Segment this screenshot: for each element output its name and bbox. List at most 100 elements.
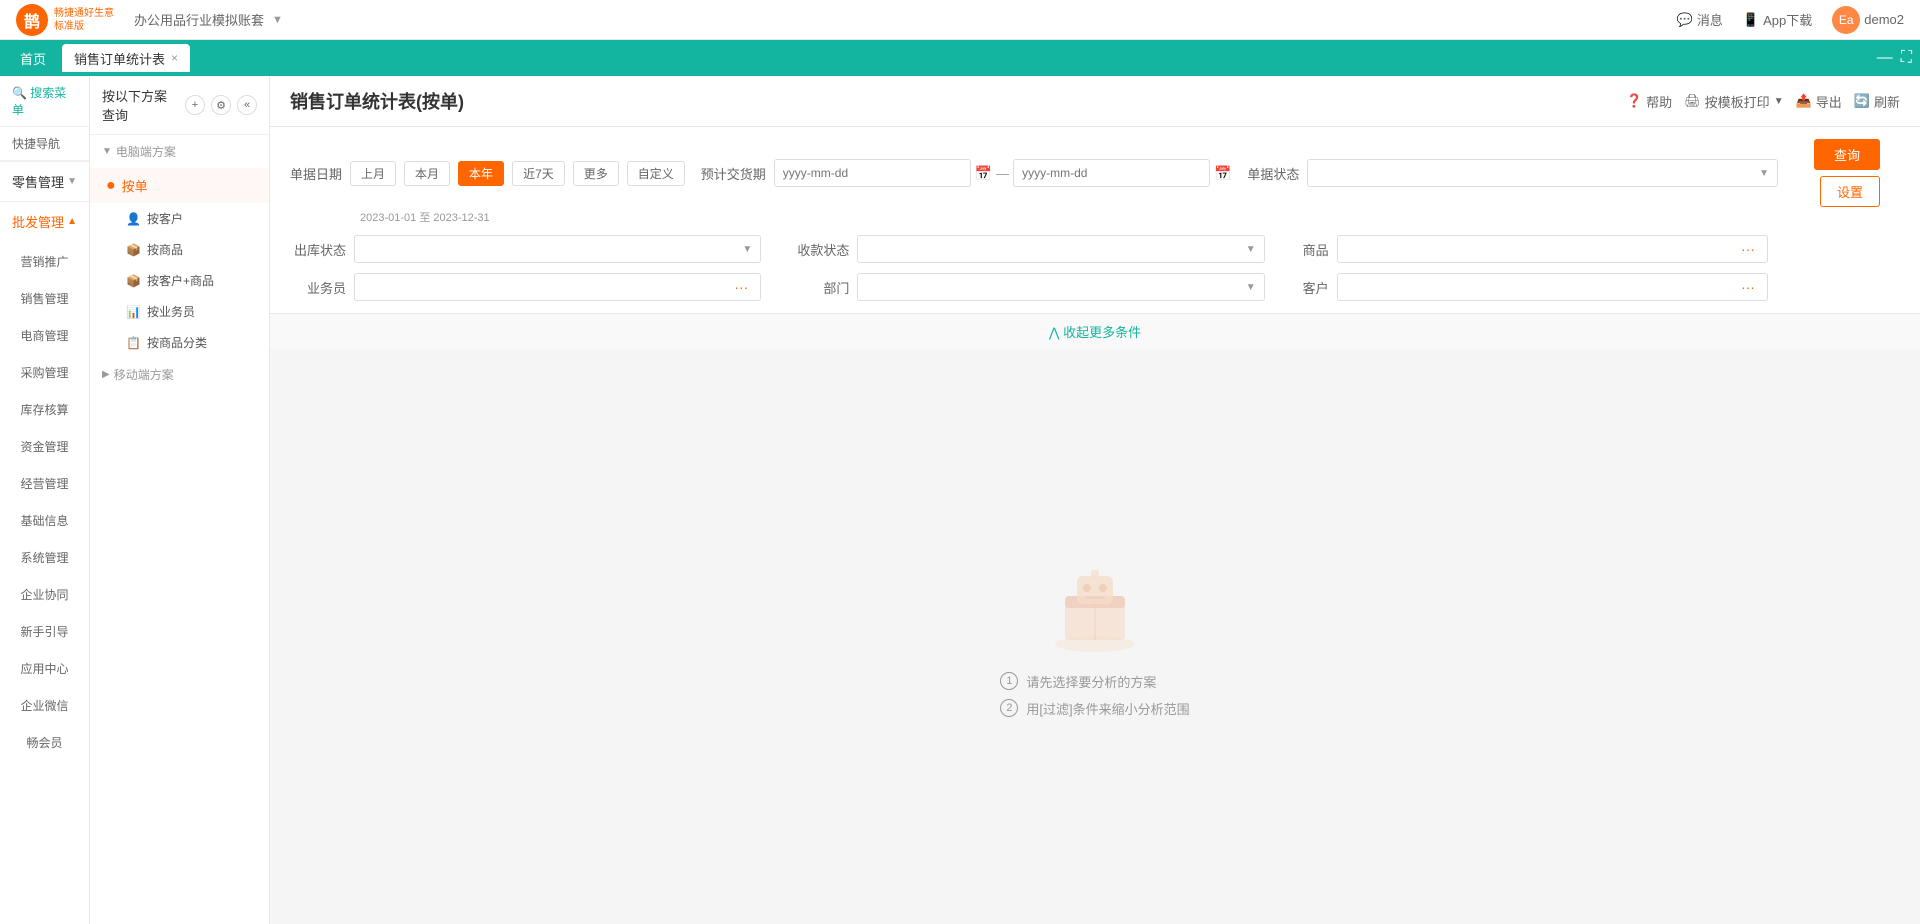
salesman-ellipsis[interactable]: ··· [730, 279, 752, 295]
sidebar-item-newbie[interactable]: 新手引导 [0, 611, 89, 648]
tab-maximize-btn[interactable]: ⛶ [1901, 49, 1912, 67]
page-header-actions: ❓ 帮助 🖨 按模板打印 ▼ 📤 导出 🔄 刷新 [1626, 92, 1900, 123]
settings-scheme-btn[interactable]: ⚙ [211, 95, 231, 115]
sidebar-item-basic[interactable]: 基础信息 [0, 500, 89, 537]
salesman-label: 业务员 [290, 278, 346, 297]
receive-status-select[interactable]: ▼ [857, 235, 1264, 263]
ship-status-select[interactable]: ▼ [354, 235, 761, 263]
sidebar-item-enterprise[interactable]: 企业协同 [0, 574, 89, 611]
tree-item-customer-icon: 👤 [126, 212, 141, 226]
sidebar-shortcut[interactable]: 快捷导航 [0, 127, 89, 161]
sidebar-item-wholesale-label: 批发管理 [12, 212, 64, 231]
tree-item-by-salesman[interactable]: 📊 按业务员 [106, 296, 269, 327]
tab-home-label: 首页 [20, 49, 46, 68]
message-btn[interactable]: 💬 消息 [1677, 10, 1723, 29]
tab-close-icon[interactable]: × [171, 51, 178, 65]
tree-sub-pc: 👤 按客户 📦 按商品 📦 按客户+商品 📊 按业务员 📋 按商品分类 [90, 203, 269, 358]
tree-item-customer-goods-label: 按客户+商品 [147, 272, 214, 289]
dept-select[interactable]: ▼ [857, 273, 1264, 301]
salesman-input[interactable]: ··· [354, 273, 761, 301]
tree-group-pc-label: 电脑端方案 [116, 143, 176, 160]
add-scheme-btn[interactable]: + [185, 95, 205, 115]
tab-active[interactable]: 销售订单统计表 × [62, 44, 190, 72]
customer-input[interactable]: ··· [1337, 273, 1768, 301]
goods-ellipsis[interactable]: ··· [1737, 241, 1759, 257]
tree-group-mobile[interactable]: ▶ 移动端方案 [90, 358, 269, 391]
help-btn[interactable]: ❓ 帮助 [1626, 92, 1672, 111]
sidebar-item-wechat[interactable]: 企业微信 [0, 685, 89, 722]
sidebar-item-marketing[interactable]: 营销推广 [0, 241, 89, 278]
sidebar-item-sales[interactable]: 销售管理 [0, 278, 89, 315]
sidebar-shortcut-label: 快捷导航 [12, 137, 60, 151]
sidebar-item-purchase[interactable]: 采购管理 [0, 352, 89, 389]
tree-group-arrow: ▼ [102, 146, 112, 157]
sidebar-item-finance-label: 资金管理 [20, 440, 68, 454]
left-panel-title: 按以下方案查询 [102, 86, 179, 124]
tree-item-customer-label: 按客户 [147, 210, 183, 227]
tree-item-goods-cat-label: 按商品分类 [147, 334, 207, 351]
tree-item-by-goods[interactable]: 📦 按商品 [106, 234, 269, 265]
date-label: 单据日期 [290, 164, 342, 183]
print-label: 按模板打印 [1705, 92, 1770, 111]
delivery-date-to-input[interactable] [1013, 159, 1210, 187]
empty-svg [1035, 556, 1155, 656]
sidebar-item-inventory[interactable]: 库存核算 [0, 389, 89, 426]
sidebar-item-retail[interactable]: 零售管理 ▼ [0, 161, 89, 201]
collapse-label: 收起更多条件 [1063, 325, 1141, 340]
tree-item-by-customer-goods[interactable]: 📦 按客户+商品 [106, 265, 269, 296]
collapse-panel-btn[interactable]: « [237, 95, 257, 115]
tree-item-by-order[interactable]: ● 按单 [90, 168, 269, 203]
tree-item-by-customer[interactable]: 👤 按客户 [106, 203, 269, 234]
query-btn[interactable]: 查询 [1814, 139, 1880, 170]
receive-status-arrow: ▼ [1246, 244, 1256, 255]
date-btn-this-year[interactable]: 本年 [458, 161, 504, 186]
help-icon: ❓ [1626, 93, 1642, 109]
print-arrow-icon: ▼ [1774, 96, 1784, 107]
status-select[interactable]: ▼ [1307, 159, 1778, 187]
search-icon: 🔍 [12, 86, 27, 100]
date-btn-7days[interactable]: 近7天 [512, 161, 565, 186]
setting-btn[interactable]: 设置 [1820, 176, 1880, 207]
sidebar-item-system[interactable]: 系统管理 [0, 537, 89, 574]
tab-home[interactable]: 首页 [8, 44, 58, 72]
dept-arrow: ▼ [1246, 282, 1256, 293]
export-btn[interactable]: 📤 导出 [1796, 92, 1842, 111]
delivery-date-from-input[interactable] [774, 159, 971, 187]
sidebar-item-ecommerce-label: 电商管理 [20, 329, 68, 343]
refresh-icon: 🔄 [1854, 93, 1870, 109]
sidebar: 🔍 搜索菜单 快捷导航 零售管理 ▼ 批发管理 ▲ 营销推广 销售管理 电商管理… [0, 76, 90, 924]
date-range-display: 2023-01-01 至 2023-12-31 [360, 212, 490, 224]
delivery-date-from-icon: 📅 [975, 165, 992, 182]
sidebar-item-basic-label: 基础信息 [20, 514, 68, 528]
date-btn-more[interactable]: 更多 [573, 161, 619, 186]
date-btn-custom[interactable]: 自定义 [627, 161, 685, 186]
sidebar-item-operation[interactable]: 经营管理 [0, 463, 89, 500]
app-download-btn[interactable]: 📱 App下载 [1743, 10, 1812, 29]
sidebar-item-wholesale[interactable]: 批发管理 ▲ [0, 201, 89, 241]
app-download-label: App下载 [1763, 10, 1812, 29]
print-btn[interactable]: 🖨 按模板打印 ▼ [1684, 92, 1783, 111]
tree-item-salesman-label: 按业务员 [147, 303, 195, 320]
collapse-btn[interactable]: ⋀ 收起更多条件 [270, 313, 1920, 349]
tree-item-by-goods-cat[interactable]: 📋 按商品分类 [106, 327, 269, 358]
sidebar-item-member[interactable]: 畅会员 [0, 722, 89, 759]
delivery-date-to-icon: 📅 [1214, 165, 1231, 182]
top-bar: 鹊 畅捷通好生意 标准版 办公用品行业模拟账套 ▼ 💬 消息 📱 App下载 E… [0, 0, 1920, 40]
customer-ellipsis[interactable]: ··· [1737, 279, 1759, 295]
top-dropdown-icon[interactable]: ▼ [272, 14, 283, 26]
tab-minimize-btn[interactable]: — [1877, 49, 1893, 67]
date-btn-last-month[interactable]: 上月 [350, 161, 396, 186]
date-btn-this-month[interactable]: 本月 [404, 161, 450, 186]
tree-item-goods-icon: 📦 [126, 243, 141, 257]
sidebar-item-ecommerce[interactable]: 电商管理 [0, 315, 89, 352]
tree-group-pc[interactable]: ▼ 电脑端方案 [90, 135, 269, 168]
ship-status-label: 出库状态 [290, 240, 346, 259]
empty-state: 1 请先选择要分析的方案 2 用[过滤]条件来缩小分析范围 [270, 349, 1920, 924]
user-area[interactable]: Ea demo2 [1832, 6, 1904, 34]
refresh-btn[interactable]: 🔄 刷新 [1854, 92, 1900, 111]
goods-input[interactable]: ··· [1337, 235, 1768, 263]
sidebar-item-appcenter[interactable]: 应用中心 [0, 648, 89, 685]
sidebar-item-finance[interactable]: 资金管理 [0, 426, 89, 463]
sidebar-search[interactable]: 🔍 搜索菜单 [0, 76, 89, 127]
avatar: Ea [1832, 6, 1860, 34]
